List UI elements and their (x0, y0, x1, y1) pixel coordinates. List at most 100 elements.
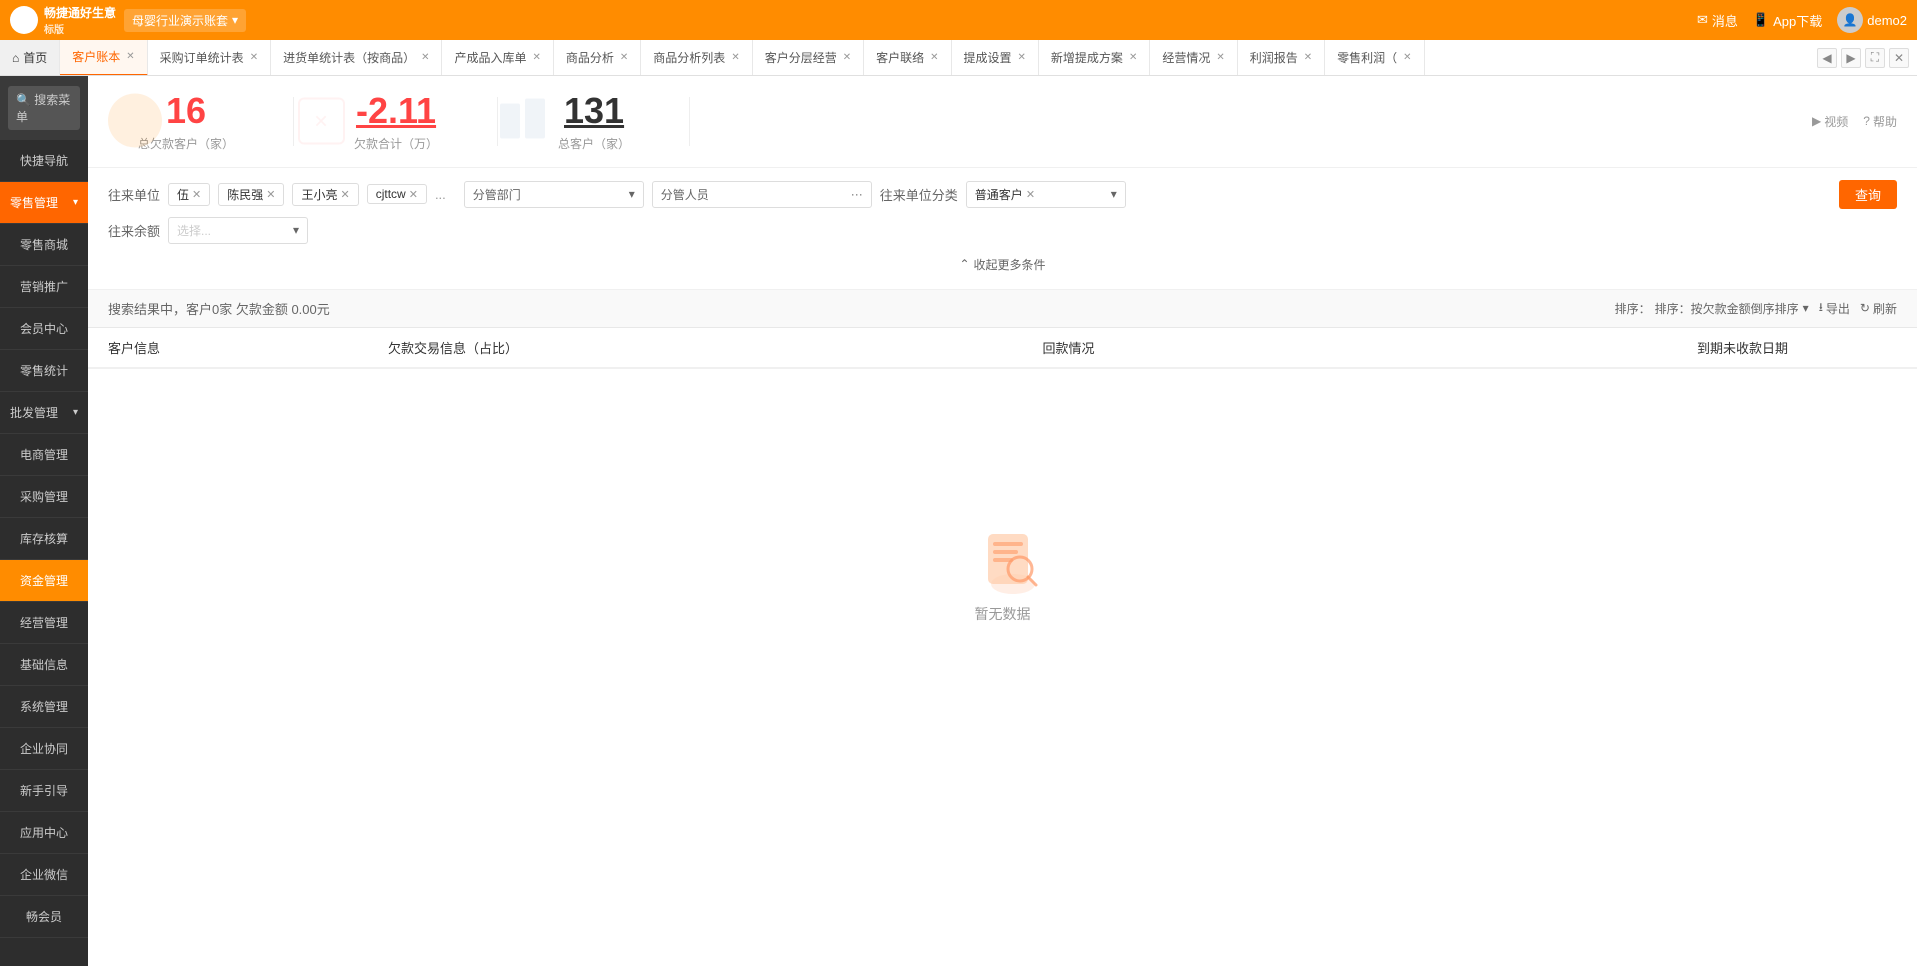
app-name: 畅捷通好生意 标版 (44, 4, 116, 36)
sidebar-item-purchase[interactable]: 采购管理 (0, 476, 88, 518)
tab-profit-report[interactable]: 利润报告 ✕ (1238, 40, 1325, 76)
tab-purchase-orders[interactable]: 采购订单统计表 ✕ (148, 40, 271, 76)
sidebar-item-inventory[interactable]: 库存核算 (0, 518, 88, 560)
sidebar-item-app-center[interactable]: 应用中心 (0, 812, 88, 854)
tab-purchase-orders-label: 采购订单统计表 (160, 49, 244, 66)
stat-debt-label: 欠款合计（万） (354, 135, 438, 152)
department-select[interactable]: 分管部门 ▾ (464, 181, 644, 208)
tab-new-promotion[interactable]: 新增提成方案 ✕ (1039, 40, 1150, 76)
tab-close-icon[interactable]: ✕ (731, 52, 739, 63)
workspace-selector[interactable]: 母婴行业演示账套 ▾ (124, 9, 246, 32)
tab-close-icon[interactable]: ✕ (126, 51, 134, 62)
nav-prev-button[interactable]: ◀ (1817, 48, 1837, 68)
help-button[interactable]: ? 帮助 (1863, 113, 1897, 130)
tab-close-icon[interactable]: ✕ (1216, 52, 1224, 63)
tab-customer-contact-label: 客户联络 (876, 49, 924, 66)
tab-product-analysis[interactable]: 商品分析 ✕ (554, 40, 641, 76)
person-select[interactable]: 分管人员 ··· (652, 181, 872, 208)
tab-customer-contact[interactable]: 客户联络 ✕ (864, 40, 951, 76)
table-body: 暂无数据 (88, 369, 1917, 769)
sidebar-item-enterprise-wechat[interactable]: 企业微信 (0, 854, 88, 896)
sidebar-item-retail-stats[interactable]: 零售统计 (0, 350, 88, 392)
retail-stats-label: 零售统计 (20, 364, 68, 378)
tab-retail-profit[interactable]: 零售利润（ ✕ (1325, 40, 1424, 76)
tab-promotion-settings[interactable]: 提成设置 ✕ (952, 40, 1039, 76)
filter-tag-wu-close[interactable]: ✕ (192, 188, 201, 201)
message-action[interactable]: ✉ 消息 (1697, 11, 1738, 30)
sidebar-item-member[interactable]: 会员中心 (0, 308, 88, 350)
filter-tag-chen[interactable]: 陈民强 ✕ (218, 183, 284, 206)
sidebar-item-marketing[interactable]: 营销推广 (0, 266, 88, 308)
query-button[interactable]: 查询 (1839, 180, 1897, 209)
category-select[interactable]: 普通客户 ✕ ▾ (966, 181, 1126, 208)
tab-close-icon[interactable]: ✕ (250, 52, 258, 63)
tab-close-icon[interactable]: ✕ (843, 52, 851, 63)
collapse-button[interactable]: ⌃ 收起更多条件 (108, 252, 1897, 277)
stat-bg-icon-1: ¥ (108, 94, 163, 149)
tab-customers[interactable]: 客户账本 ✕ (60, 40, 147, 76)
balance-select[interactable]: 选择... ▾ (168, 217, 308, 244)
message-icon: ✉ (1697, 12, 1708, 28)
tab-close-icon[interactable]: ✕ (1018, 52, 1026, 63)
tab-customer-segment[interactable]: 客户分层经营 ✕ (753, 40, 864, 76)
sidebar-item-finance[interactable]: 资金管理 (0, 560, 88, 602)
tab-close-icon[interactable]: ✕ (1403, 52, 1411, 63)
tab-operation[interactable]: 经营情况 ✕ (1150, 40, 1237, 76)
sort-select[interactable]: 排序： 排序：按欠款金额倒序排序 ▾ (1615, 300, 1809, 317)
export-button[interactable]: ⭳ 导出 (1819, 298, 1850, 319)
category-tag[interactable]: 普通客户 ✕ (975, 186, 1035, 203)
system-label: 系统管理 (20, 700, 68, 714)
basic-info-label: 基础信息 (20, 658, 68, 672)
video-button[interactable]: ▶ 视频 (1812, 113, 1848, 130)
tab-close-icon[interactable]: ✕ (1129, 52, 1137, 63)
tab-stock-in[interactable]: 进货单统计表（按商品） ✕ (271, 40, 442, 76)
header-right: ✉ 消息 📱 App下载 👤 demo2 (1697, 7, 1907, 33)
app-download-action[interactable]: 📱 App下载 (1753, 11, 1822, 30)
tab-product-in[interactable]: 产成品入库单 ✕ (442, 40, 553, 76)
nav-expand-button[interactable]: ⛶ (1865, 48, 1885, 68)
filter-tag-wang-close[interactable]: ✕ (341, 188, 350, 201)
refresh-button[interactable]: ↻ 刷新 (1860, 300, 1897, 317)
logo-symbol: ¥ (20, 12, 28, 28)
tab-product-analysis-list[interactable]: 商品分析列表 ✕ (641, 40, 752, 76)
filter-tag-chen-close[interactable]: ✕ (266, 188, 275, 201)
tab-close-icon[interactable]: ✕ (421, 52, 429, 63)
sort-label: 排序： (1615, 300, 1651, 317)
department-arrow-icon: ▾ (629, 187, 635, 201)
sidebar-item-system[interactable]: 系统管理 (0, 686, 88, 728)
tab-close-icon[interactable]: ✕ (930, 52, 938, 63)
tab-close-icon[interactable]: ✕ (533, 52, 541, 63)
filter-tag-wang[interactable]: 王小亮 ✕ (292, 183, 358, 206)
sidebar-item-new-guide[interactable]: 新手引导 (0, 770, 88, 812)
sidebar-item-ecommerce[interactable]: 电商管理 (0, 434, 88, 476)
category-tag-close[interactable]: ✕ (1026, 188, 1035, 201)
collapse-label: 收起更多条件 (974, 256, 1046, 273)
sidebar-item-wholesale[interactable]: 批发管理 ▾ (0, 392, 88, 434)
tab-product-in-label: 产成品入库单 (454, 49, 526, 66)
filter-tag-cjttcw-close[interactable]: ✕ (409, 188, 418, 201)
sidebar-item-enterprise[interactable]: 企业协同 (0, 728, 88, 770)
sidebar-item-quick-nav[interactable]: 快捷导航 (0, 140, 88, 182)
user-area[interactable]: 👤 demo2 (1837, 7, 1907, 33)
nav-next-button[interactable]: ▶ (1841, 48, 1861, 68)
tab-close-icon[interactable]: ✕ (620, 52, 628, 63)
filter-tag-wu[interactable]: 伍 ✕ (168, 183, 210, 206)
more-tags-button[interactable]: ... (435, 187, 446, 202)
company-filter-label: 往来单位 (108, 185, 160, 204)
search-menu-button[interactable]: 🔍 搜索菜单 (8, 86, 80, 130)
nav-close-all-button[interactable]: ✕ (1889, 48, 1909, 68)
app-name-text: 畅捷通好生意 (44, 4, 116, 21)
sidebar-item-operations[interactable]: 经营管理 (0, 602, 88, 644)
vip-member-label: 畅会员 (26, 910, 62, 924)
tab-close-icon[interactable]: ✕ (1304, 52, 1312, 63)
app-subtitle: 标版 (44, 21, 116, 36)
dropdown-arrow-icon: ▾ (232, 13, 238, 27)
sidebar-item-basic-info[interactable]: 基础信息 (0, 644, 88, 686)
sidebar-item-retail-mall[interactable]: 零售商城 (0, 224, 88, 266)
empty-state: 暂无数据 (938, 454, 1068, 684)
sidebar-item-retail[interactable]: 零售管理 ▾ (0, 182, 88, 224)
tab-home[interactable]: ⌂ 首页 (0, 40, 60, 76)
sidebar-item-vip-member[interactable]: 畅会员 (0, 896, 88, 938)
filter-tag-cjttcw[interactable]: cjttcw ✕ (367, 184, 427, 204)
stat-customers2-label: 总客户（家） (558, 135, 630, 152)
